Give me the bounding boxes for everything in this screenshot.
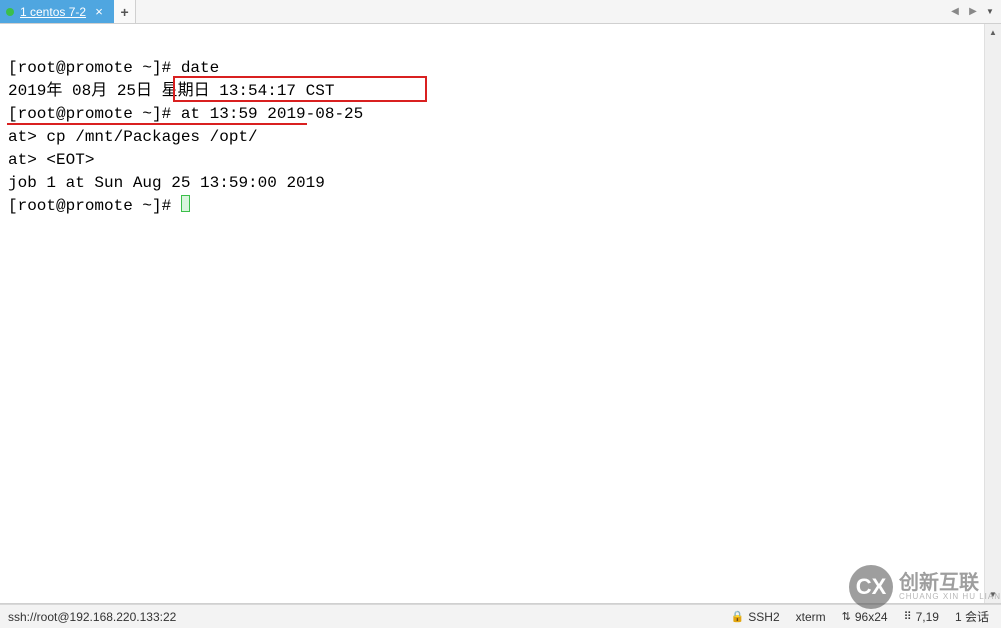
lock-icon: 🔒 <box>731 610 745 623</box>
scroll-down-icon[interactable]: ▼ <box>985 586 1001 603</box>
terminal-line: at> cp /mnt/Packages /opt/ <box>8 128 258 146</box>
terminal-line: 2019年 08月 25日 星期日 13:54:17 CST <box>8 82 334 100</box>
size-icon: ⇅ <box>842 610 851 623</box>
tab-nav: ◀ ▶ ▼ <box>943 0 1001 23</box>
tab-spacer <box>136 0 943 23</box>
terminal-line: [root@promote ~]# <box>8 197 181 215</box>
close-icon[interactable]: × <box>92 5 106 19</box>
terminal[interactable]: [root@promote ~]# date 2019年 08月 25日 星期日… <box>0 24 984 603</box>
terminal-line: job 1 at Sun Aug 25 13:59:00 2019 <box>8 174 325 192</box>
status-size: 96x24 <box>855 610 888 624</box>
status-pos: 7,19 <box>916 610 939 624</box>
status-pos-group: ⠿ 7,19 <box>896 610 947 624</box>
cursor-icon <box>181 195 190 212</box>
pos-icon: ⠿ <box>904 610 912 623</box>
status-connection: ssh://root@192.168.220.133:22 <box>4 610 723 624</box>
terminal-line: at> <EOT> <box>8 151 94 169</box>
scrollbar[interactable]: ▲ ▼ <box>984 24 1001 603</box>
terminal-wrap: [root@promote ~]# date 2019年 08月 25日 星期日… <box>0 24 1001 604</box>
tab-menu-icon[interactable]: ▼ <box>983 5 997 19</box>
scroll-up-icon[interactable]: ▲ <box>985 24 1001 41</box>
prev-tab-icon[interactable]: ◀ <box>947 4 963 20</box>
next-tab-icon[interactable]: ▶ <box>965 4 981 20</box>
status-term: xterm <box>788 610 834 624</box>
status-proto: SSH2 <box>748 610 779 624</box>
status-proto-group: 🔒 SSH2 <box>723 610 788 624</box>
terminal-line: [root@promote ~]# at 13:59 2019-08-25 <box>8 105 363 123</box>
tab-label: 1 centos 7-2 <box>20 5 86 19</box>
annotation-underline <box>7 123 307 125</box>
status-size-group: ⇅ 96x24 <box>834 610 896 624</box>
tab-bar: 1 centos 7-2 × + ◀ ▶ ▼ <box>0 0 1001 24</box>
tab-active[interactable]: 1 centos 7-2 × <box>0 0 114 23</box>
terminal-line: [root@promote ~]# date <box>8 59 219 77</box>
status-bar: ssh://root@192.168.220.133:22 🔒 SSH2 xte… <box>0 604 1001 628</box>
status-dot-icon <box>6 8 14 16</box>
add-tab-button[interactable]: + <box>114 0 136 23</box>
status-sessions: 1 会话 <box>947 608 997 625</box>
